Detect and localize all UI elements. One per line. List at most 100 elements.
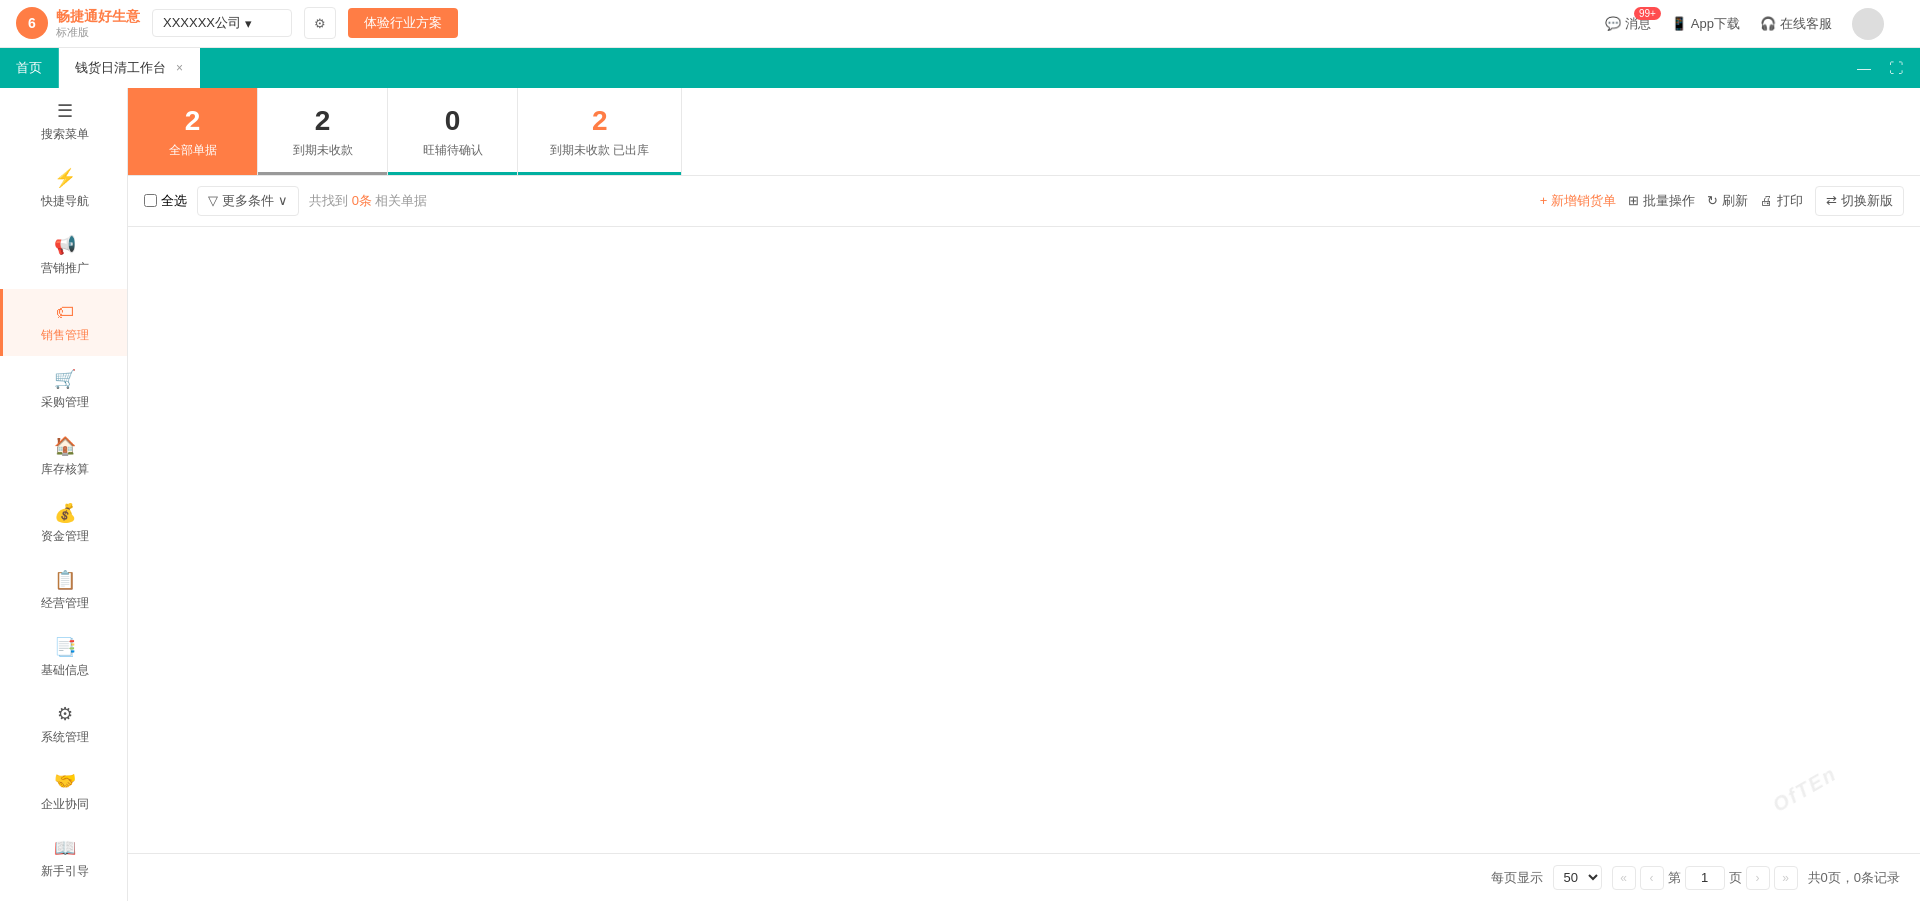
toolbar-left: 全选 ▽ 更多条件 ∨ 共找到 0条 相关单据 <box>144 186 427 216</box>
batch-op-button[interactable]: ⊞ 批量操作 <box>1628 192 1695 210</box>
tab-maximize-button[interactable]: ⛶ <box>1884 56 1908 80</box>
content-area: 2 全部单据 2 到期未收款 0 旺辅待确认 2 到期未收款 已出库 <box>128 88 1920 901</box>
print-label: 打印 <box>1777 192 1803 210</box>
sidebar-label-sys-mgmt: 系统管理 <box>41 729 89 746</box>
experience-button[interactable]: 体验行业方案 <box>348 8 458 38</box>
toolbar: 全选 ▽ 更多条件 ∨ 共找到 0条 相关单据 + 新增销货单 ⊞ <box>128 176 1920 227</box>
stat-card-wangfu[interactable]: 0 旺辅待确认 <box>388 88 518 175</box>
page-number-input[interactable]: 1 <box>1685 866 1725 890</box>
sidebar-item-base-info[interactable]: 📑 基础信息 <box>0 624 127 691</box>
sidebar-item-purchase-mgmt[interactable]: 🛒 采购管理 <box>0 356 127 423</box>
stat-number-overdue: 2 <box>315 104 331 138</box>
sidebar-item-fund-mgmt[interactable]: 💰 资金管理 <box>0 490 127 557</box>
notification-button[interactable]: 💬 消息 99+ <box>1605 15 1651 33</box>
first-page-button[interactable]: « <box>1612 866 1636 890</box>
select-all-label: 全选 <box>161 192 187 210</box>
settings-button[interactable]: ⚙ <box>304 7 336 39</box>
sales-icon: 🏷 <box>54 301 76 323</box>
tab-home[interactable]: 首页 <box>0 48 59 88</box>
base-info-icon: 📑 <box>54 636 76 658</box>
tab-home-label: 首页 <box>16 59 42 77</box>
next-page-button[interactable]: › <box>1746 866 1770 890</box>
batch-label: 批量操作 <box>1643 192 1695 210</box>
stat-number-shipped: 2 <box>592 104 608 138</box>
pagination-bar: 每页显示 50 « ‹ 第 1 页 › » 共0页，0条记录 <box>128 853 1920 901</box>
sidebar-item-search-menu[interactable]: ☰ 搜索菜单 <box>0 88 127 155</box>
sidebar-item-sys-mgmt[interactable]: ⚙ 系统管理 <box>0 691 127 758</box>
stat-label-wangfu: 旺辅待确认 <box>423 142 483 159</box>
select-all-input[interactable] <box>144 194 157 207</box>
found-text: 共找到 0条 相关单据 <box>309 192 427 210</box>
sidebar-label-purchase-mgmt: 采购管理 <box>41 394 89 411</box>
logo-area: 6 畅捷通好生意 标准版 <box>16 7 140 39</box>
stat-number-all: 2 <box>185 104 201 138</box>
corp-collab-icon: 🤝 <box>54 770 76 792</box>
tab-workbench[interactable]: 钱货日清工作台 × <box>59 48 200 88</box>
refresh-button[interactable]: ↻ 刷新 <box>1707 192 1748 210</box>
page-suffix: 页 <box>1729 869 1742 887</box>
stat-card-overdue[interactable]: 2 到期未收款 <box>258 88 388 175</box>
sidebar-label-corp-collab: 企业协同 <box>41 796 89 813</box>
last-page-button[interactable]: » <box>1774 866 1798 890</box>
sidebar-item-inventory[interactable]: 🏠 库存核算 <box>0 423 127 490</box>
tab-minimize-button[interactable]: — <box>1852 56 1876 80</box>
sidebar-item-biz-mgmt[interactable]: 📋 经营管理 <box>0 557 127 624</box>
sidebar-item-quick-nav[interactable]: ⚡ 快捷导航 <box>0 155 127 222</box>
sidebar-label-fund-mgmt: 资金管理 <box>41 528 89 545</box>
filter-button[interactable]: ▽ 更多条件 ∨ <box>197 186 299 216</box>
header-right: 💬 消息 99+ 📱 App下载 🎧 在线客服 <box>1605 8 1904 40</box>
quick-nav-icon: ⚡ <box>54 167 76 189</box>
avatar[interactable] <box>1852 8 1884 40</box>
top-header: 6 畅捷通好生意 标准版 XXXXXX公司 ▾ ⚙ 体验行业方案 💬 消息 99… <box>0 0 1920 48</box>
sidebar-item-guide[interactable]: 📖 新手引导 <box>0 825 127 892</box>
page-nav: « ‹ 第 1 页 › » <box>1612 866 1798 890</box>
fund-icon: 💰 <box>54 502 76 524</box>
logo-text: 畅捷通好生意 标准版 <box>56 7 140 39</box>
table-area <box>128 227 1920 853</box>
add-icon: + 新增销货单 <box>1540 192 1616 210</box>
stat-underline-shipped <box>518 172 681 175</box>
guide-icon: 📖 <box>54 837 76 859</box>
stat-card-shipped[interactable]: 2 到期未收款 已出库 <box>518 88 682 175</box>
select-all-checkbox[interactable]: 全选 <box>144 192 187 210</box>
switch-label: 切换新版 <box>1841 192 1893 210</box>
print-button[interactable]: 🖨 打印 <box>1760 192 1803 210</box>
stat-label-all: 全部单据 <box>169 142 217 159</box>
sidebar: ☰ 搜索菜单 ⚡ 快捷导航 📢 营销推广 🏷 销售管理 🛒 采购管理 🏠 库存核… <box>0 88 128 901</box>
tab-bar-right: — ⛶ <box>1840 48 1920 88</box>
sidebar-item-app-center[interactable]: 📦 应用中心 <box>0 892 127 901</box>
gear-icon: ⚙ <box>314 16 326 31</box>
switch-icon: ⇄ <box>1826 193 1837 208</box>
notification-badge: 99+ <box>1634 7 1661 20</box>
stat-label-overdue: 到期未收款 <box>293 142 353 159</box>
brand-version: 标准版 <box>56 25 140 39</box>
search-menu-icon: ☰ <box>54 100 76 122</box>
sidebar-item-sales-mgmt[interactable]: 🏷 销售管理 <box>0 289 127 356</box>
stat-card-all[interactable]: 2 全部单据 <box>128 88 258 175</box>
found-prefix: 共找到 <box>309 193 348 208</box>
filter-label: 更多条件 <box>222 192 274 210</box>
total-info: 共0页，0条记录 <box>1808 869 1900 887</box>
service-icon: 🎧 <box>1760 16 1776 31</box>
stat-number-wangfu: 0 <box>445 104 461 138</box>
tab-bar: 首页 钱货日清工作台 × — ⛶ <box>0 48 1920 88</box>
company-selector[interactable]: XXXXXX公司 ▾ <box>152 9 292 37</box>
marketing-icon: 📢 <box>54 234 76 256</box>
filter-icon: ▽ <box>208 193 218 208</box>
page-size-select[interactable]: 50 <box>1553 865 1602 890</box>
switch-version-button[interactable]: ⇄ 切换新版 <box>1815 186 1904 216</box>
tab-close-icon[interactable]: × <box>176 61 183 75</box>
sidebar-item-corp-collab[interactable]: 🤝 企业协同 <box>0 758 127 825</box>
download-icon: 📱 <box>1671 16 1687 31</box>
refresh-icon: ↻ <box>1707 193 1718 208</box>
dropdown-icon: ▾ <box>245 16 252 31</box>
sidebar-item-marketing[interactable]: 📢 营销推广 <box>0 222 127 289</box>
app-download-button[interactable]: 📱 App下载 <box>1671 15 1740 33</box>
prev-page-button[interactable]: ‹ <box>1640 866 1664 890</box>
add-sale-order-button[interactable]: + 新增销货单 <box>1540 192 1616 210</box>
refresh-label: 刷新 <box>1722 192 1748 210</box>
sidebar-label-guide: 新手引导 <box>41 863 89 880</box>
filter-chevron-icon: ∨ <box>278 193 288 208</box>
online-service-button[interactable]: 🎧 在线客服 <box>1760 15 1832 33</box>
found-count: 0条 <box>352 193 372 208</box>
